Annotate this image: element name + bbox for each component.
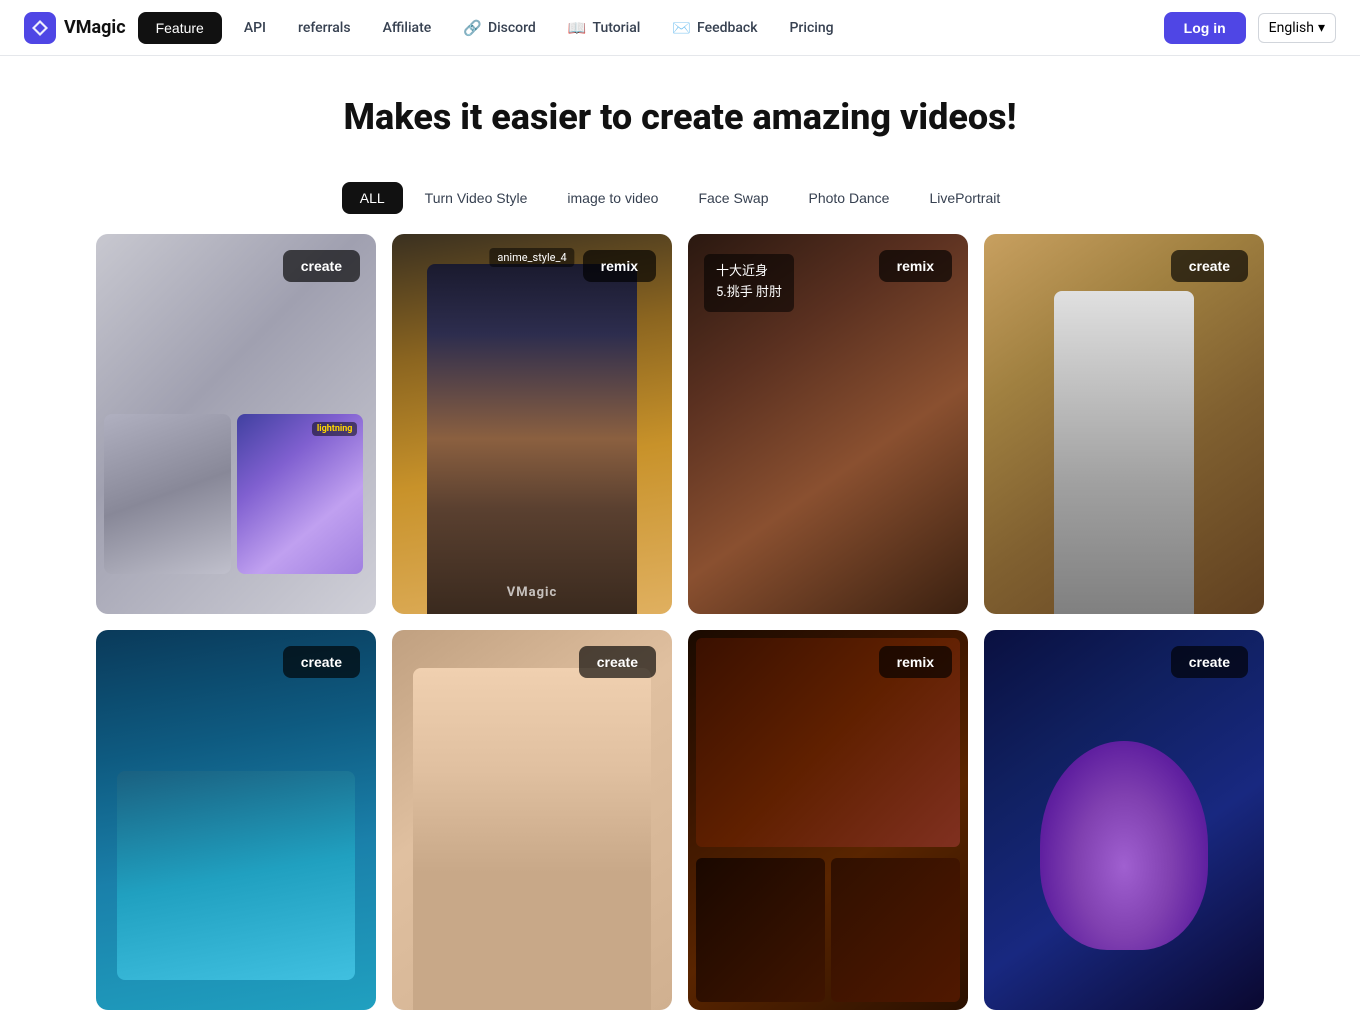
- lang-label: English: [1269, 20, 1314, 36]
- navbar: VMagic Feature API referrals Affiliate 🔗…: [0, 0, 1360, 56]
- tab-face-swap[interactable]: Face Swap: [680, 182, 786, 214]
- tutorial-icon: 📖: [568, 19, 587, 37]
- card-6-figure: [413, 668, 651, 1010]
- tutorial-link[interactable]: 📖 Tutorial: [554, 11, 655, 45]
- card-7: remix: [688, 630, 968, 1010]
- api-link[interactable]: API: [230, 12, 280, 44]
- card-8-flower: [1040, 741, 1208, 950]
- hero-title: Makes it easier to create amazing videos…: [20, 96, 1340, 138]
- hero-section: Makes it easier to create amazing videos…: [0, 56, 1360, 158]
- card-1-create-button[interactable]: create: [283, 250, 360, 282]
- chevron-down-icon: ▾: [1318, 20, 1325, 36]
- tab-liveportrait[interactable]: LivePortrait: [911, 182, 1018, 214]
- card-1-inner: lightning create: [96, 234, 376, 614]
- logo-icon: [24, 12, 56, 44]
- card-5-inner: create: [96, 630, 376, 1010]
- affiliate-link[interactable]: Affiliate: [369, 12, 446, 44]
- affiliate-label: Affiliate: [383, 20, 432, 36]
- login-button[interactable]: Log in: [1164, 12, 1246, 44]
- tab-turn-video-style[interactable]: Turn Video Style: [407, 182, 546, 214]
- card-7-bottom-image-2: [831, 858, 960, 1002]
- gallery-grid: lightning create anime_style_4 VMagic re…: [80, 234, 1280, 1034]
- card-1: lightning create: [96, 234, 376, 614]
- card-2-figure: [427, 264, 637, 614]
- referrals-link[interactable]: referrals: [284, 12, 365, 44]
- pricing-link[interactable]: Pricing: [776, 12, 848, 44]
- card-1-images: lightning: [104, 414, 368, 574]
- feedback-label: Feedback: [697, 20, 757, 36]
- card-5: create: [96, 630, 376, 1010]
- tab-photo-dance[interactable]: Photo Dance: [791, 182, 908, 214]
- discord-link[interactable]: 🔗 Discord: [449, 11, 550, 45]
- card-6-inner: create: [392, 630, 672, 1010]
- logo[interactable]: VMagic: [24, 12, 126, 44]
- referrals-label: referrals: [298, 20, 351, 36]
- discord-icon: 🔗: [463, 19, 482, 37]
- card-6: create: [392, 630, 672, 1010]
- tab-all[interactable]: ALL: [342, 182, 403, 214]
- feedback-link[interactable]: ✉️ Feedback: [658, 11, 771, 45]
- card-3-remix-button[interactable]: remix: [879, 250, 952, 282]
- card-7-inner: remix: [688, 630, 968, 1010]
- card-2-inner: anime_style_4 VMagic remix: [392, 234, 672, 614]
- tab-image-to-video[interactable]: image to video: [549, 182, 676, 214]
- feature-button[interactable]: Feature: [138, 12, 222, 44]
- card-4-figure: [1054, 291, 1194, 614]
- card-2-remix-button[interactable]: remix: [583, 250, 656, 282]
- pricing-label: Pricing: [790, 20, 834, 36]
- feedback-icon: ✉️: [672, 19, 691, 37]
- logo-text: VMagic: [64, 17, 126, 38]
- card-3: 十大近身 5.挑手 肘肘 remix: [688, 234, 968, 614]
- card-2-watermark: VMagic: [507, 585, 557, 600]
- tutorial-label: Tutorial: [593, 20, 641, 36]
- card-1-sub-image-a: [104, 414, 231, 574]
- card-3-overlay: 十大近身 5.挑手 肘肘: [704, 254, 794, 312]
- card-2-style-label: anime_style_4: [489, 248, 574, 267]
- discord-label: Discord: [488, 20, 536, 36]
- card-8-create-button[interactable]: create: [1171, 646, 1248, 678]
- card-7-bottom-image-1: [696, 858, 825, 1002]
- card-8-inner: create: [984, 630, 1264, 1010]
- card-2: anime_style_4 VMagic remix: [392, 234, 672, 614]
- card-3-text-line1: 十大近身: [716, 262, 782, 283]
- card-4-create-button[interactable]: create: [1171, 250, 1248, 282]
- card-5-create-button[interactable]: create: [283, 646, 360, 678]
- card-4-inner: create: [984, 234, 1264, 614]
- card-5-scene: [117, 771, 355, 980]
- card-7-remix-button[interactable]: remix: [879, 646, 952, 678]
- card-3-inner: 十大近身 5.挑手 肘肘 remix: [688, 234, 968, 614]
- lightning-label: lightning: [312, 422, 358, 436]
- card-8: create: [984, 630, 1264, 1010]
- card-4: create: [984, 234, 1264, 614]
- card-1-sub-image-b: lightning: [237, 414, 364, 574]
- card-3-text-line2: 5.挑手 肘肘: [716, 283, 782, 304]
- api-label: API: [244, 20, 266, 36]
- filter-tabs: ALL Turn Video Style image to video Face…: [0, 182, 1360, 214]
- card-6-create-button[interactable]: create: [579, 646, 656, 678]
- card-7-bottom-images: [696, 858, 960, 1002]
- language-selector[interactable]: English ▾: [1258, 13, 1336, 43]
